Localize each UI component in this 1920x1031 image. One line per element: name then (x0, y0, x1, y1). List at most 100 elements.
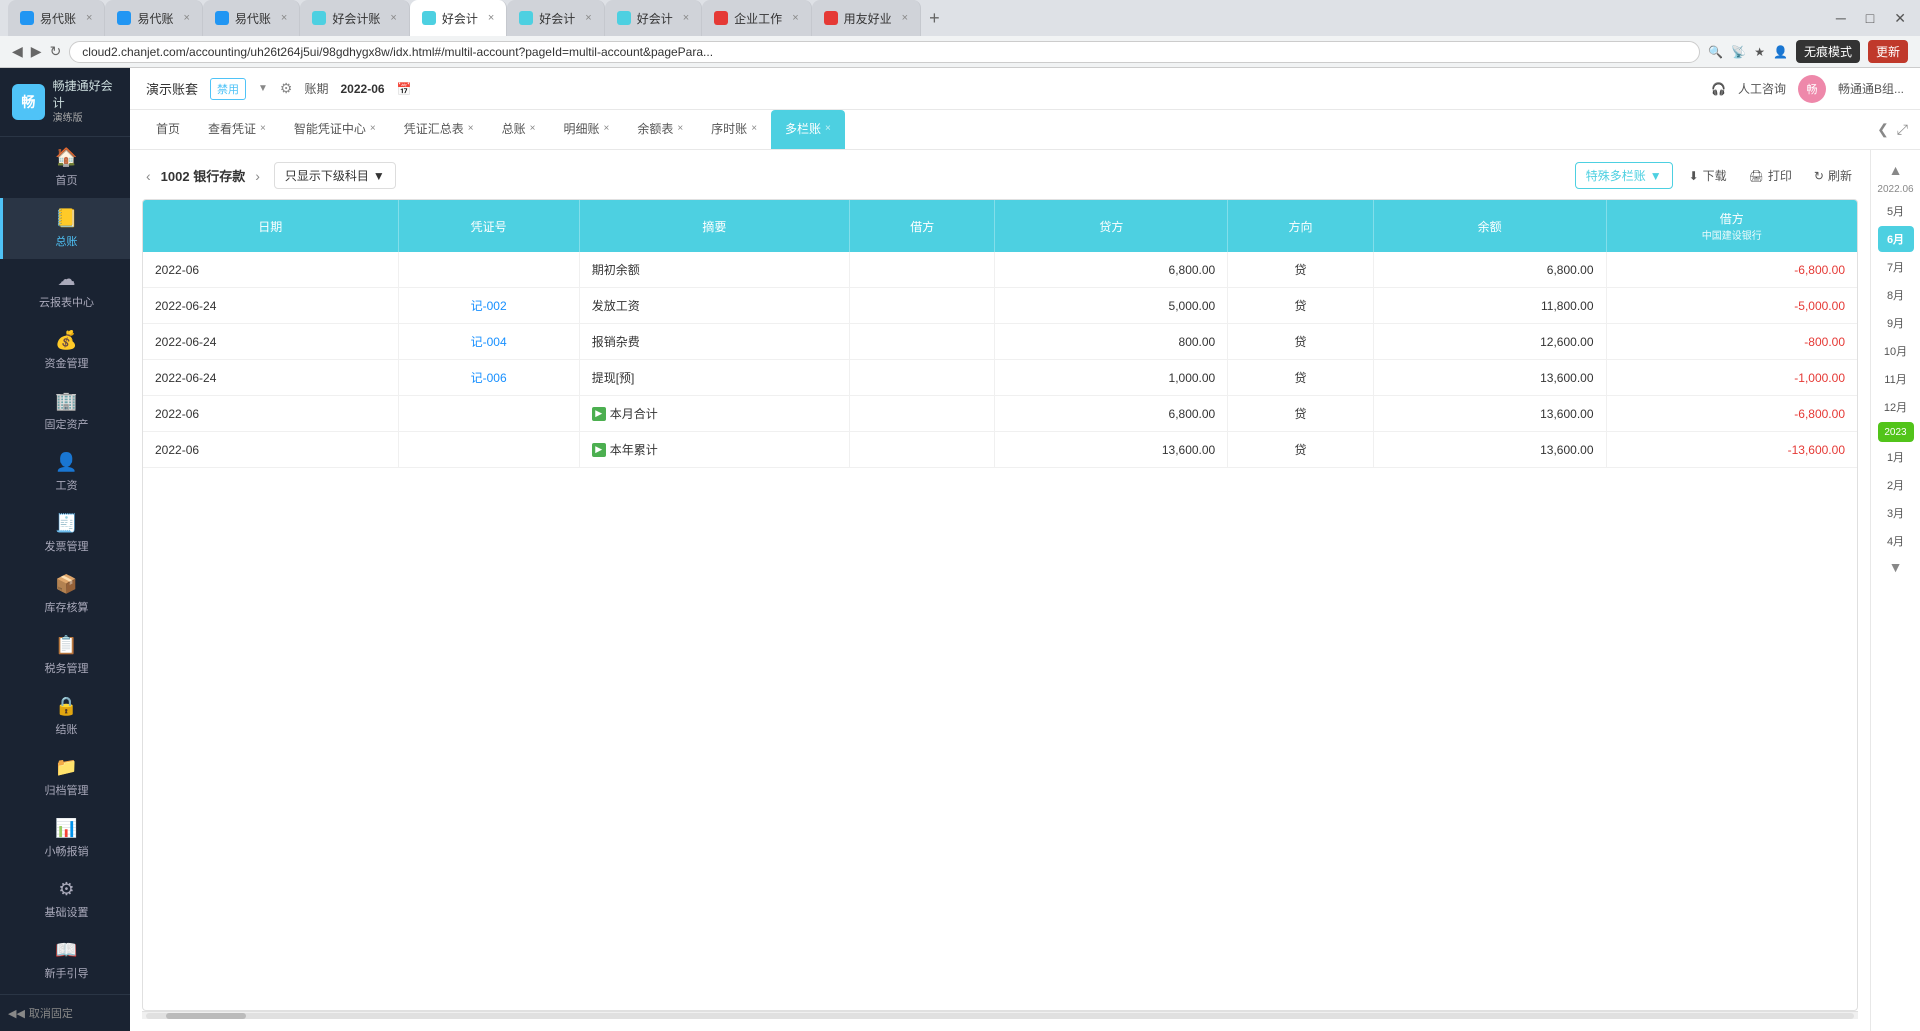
sidebar-item-tax[interactable]: 📋 税务管理 (0, 625, 130, 686)
tab-haokuaiji-1[interactable]: 好会计账 × (300, 0, 409, 36)
calendar-month-july[interactable]: 7月 (1878, 254, 1914, 280)
tab-close-icon[interactable]: × (370, 123, 376, 134)
sidebar-item-guide[interactable]: 📖 新手引导 (0, 930, 130, 991)
sidebar-item-expense[interactable]: 📊 小畅报销 (0, 808, 130, 869)
tab-detail-ledger[interactable]: 明细账 × (549, 110, 623, 149)
calendar-month-jan2023[interactable]: 1月 (1878, 444, 1914, 470)
sidebar-item-assets[interactable]: 🏢 固定资产 (0, 381, 130, 442)
calendar-month-august[interactable]: 8月 (1878, 282, 1914, 308)
search-icon[interactable]: 🔍 (1708, 45, 1723, 59)
tab-close-icon[interactable]: × (86, 12, 92, 24)
tab-yidaizhang-1[interactable]: 易代账 × (8, 0, 105, 36)
expand-panel-icon[interactable]: ⤢ (1897, 121, 1908, 138)
tab-general-ledger[interactable]: 总账 × (488, 110, 550, 149)
tab-close-icon[interactable]: × (260, 123, 266, 134)
calendar-month-apr2023[interactable]: 4月 (1878, 528, 1914, 554)
tab-close-icon[interactable]: × (281, 12, 287, 24)
tab-enterprise[interactable]: 企业工作 × (702, 0, 811, 36)
calendar-month-feb2023[interactable]: 2月 (1878, 472, 1914, 498)
calendar-month-november[interactable]: 11月 (1878, 366, 1914, 392)
tab-close-icon[interactable]: × (603, 123, 609, 134)
scroll-thumb[interactable] (166, 1013, 246, 1019)
sidebar-item-inventory[interactable]: 📦 库存核算 (0, 564, 130, 625)
tab-close-icon[interactable]: × (751, 123, 757, 134)
print-button[interactable]: 🖨 打印 (1743, 163, 1798, 188)
maximize-button[interactable]: □ (1860, 8, 1880, 28)
multi-col-type-button[interactable]: 特殊多栏账 ▼ (1575, 162, 1673, 189)
voucher-link[interactable]: 记-006 (471, 371, 507, 385)
tab-home[interactable]: 首页 (142, 110, 194, 149)
calendar-month-september[interactable]: 9月 (1878, 310, 1914, 336)
close-button[interactable]: ✕ (1888, 8, 1912, 29)
tab-haokuaiji-3[interactable]: 好会计 × (605, 0, 702, 36)
tab-voucher-summary[interactable]: 凭证汇总表 × (390, 110, 488, 149)
tab-close-icon[interactable]: × (677, 123, 683, 134)
update-button[interactable]: 更新 (1868, 40, 1908, 63)
tab-haokuaiji-active[interactable]: 好会计 × (410, 0, 507, 36)
sidebar-item-funds[interactable]: 💰 资金管理 (0, 320, 130, 381)
reload-button[interactable]: ↻ (50, 43, 62, 60)
calendar-month-mar2023[interactable]: 3月 (1878, 500, 1914, 526)
sidebar-pin-toggle[interactable]: ◀◀ 取消固定 (0, 994, 130, 1031)
sidebar-item-closing[interactable]: 🔒 结账 (0, 686, 130, 747)
sidebar-item-payroll[interactable]: 👤 工资 (0, 442, 130, 503)
tab-close-icon[interactable]: × (390, 12, 396, 24)
tab-close-icon[interactable]: × (683, 12, 689, 24)
next-account-button[interactable]: › (251, 166, 264, 186)
stealth-mode-button[interactable]: 无痕模式 (1796, 40, 1860, 63)
download-button[interactable]: ⬇ 下载 (1683, 163, 1733, 188)
tab-journal[interactable]: 序时账 × (697, 110, 771, 149)
calendar-scroll-down-button[interactable]: ▼ (1889, 559, 1903, 575)
tab-close-icon[interactable]: × (468, 123, 474, 134)
tab-bar: 易代账 × 易代账 × 易代账 × 好会计账 × 好会计 × 好会计 × (8, 0, 1826, 36)
cell-debit (849, 360, 995, 396)
bookmark-icon[interactable]: ★ (1754, 45, 1765, 59)
cast-icon[interactable]: 📡 (1731, 45, 1746, 59)
sidebar-item-home[interactable]: 🏠 首页 (0, 137, 130, 198)
calendar-icon[interactable]: 📅 (397, 82, 412, 96)
refresh-button[interactable]: ↻ 刷新 (1808, 163, 1858, 188)
tab-balance[interactable]: 余额表 × (623, 110, 697, 149)
sidebar-item-ledger[interactable]: 📒 总账 (0, 198, 130, 259)
sidebar-item-reports[interactable]: ☁ 云报表中心 (0, 259, 130, 320)
consult-label[interactable]: 人工咨询 (1738, 80, 1786, 97)
tab-view-voucher[interactable]: 查看凭证 × (194, 110, 280, 149)
tab-smart-voucher[interactable]: 智能凭证中心 × (280, 110, 390, 149)
tab-yidaizhang-3[interactable]: 易代账 × (203, 0, 300, 36)
minimize-button[interactable]: ─ (1830, 8, 1852, 28)
calendar-month-december[interactable]: 12月 (1878, 394, 1914, 420)
account-dropdown[interactable]: ▼ (258, 83, 268, 94)
calendar-scroll-up-button[interactable]: ▲ (1889, 162, 1903, 178)
tab-close-icon[interactable]: × (902, 12, 908, 24)
calendar-month-june[interactable]: 6月 (1878, 226, 1914, 252)
horizontal-scrollbar[interactable] (142, 1011, 1858, 1019)
voucher-link[interactable]: 记-004 (471, 335, 507, 349)
tab-close-icon[interactable]: × (183, 12, 189, 24)
tab-close-icon[interactable]: × (488, 12, 494, 24)
subcategory-filter-dropdown[interactable]: 只显示下级科目 ▼ (274, 162, 396, 189)
forward-button[interactable]: ▶ (31, 43, 42, 60)
tab-haokuaiji-2[interactable]: 好会计 × (507, 0, 604, 36)
new-tab-button[interactable]: + (921, 0, 948, 36)
tab-close-icon[interactable]: × (530, 123, 536, 134)
calendar-month-may[interactable]: 5月 (1878, 198, 1914, 224)
voucher-link[interactable]: 记-002 (471, 299, 507, 313)
back-button[interactable]: ◀ (12, 43, 23, 60)
tab-close-icon[interactable]: × (585, 12, 591, 24)
sidebar-item-invoice[interactable]: 🧾 发票管理 (0, 503, 130, 564)
tab-yidaizhang-2[interactable]: 易代账 × (105, 0, 202, 36)
tab-close-icon[interactable]: × (792, 12, 798, 24)
address-input[interactable]: cloud2.chanjet.com/accounting/uh26t264j5… (69, 41, 1700, 63)
sidebar-item-settings[interactable]: ⚙ 基础设置 (0, 869, 130, 930)
account-settings-icon[interactable]: ⚙ (280, 80, 293, 97)
collapse-panel-icon[interactable]: ❮ (1877, 121, 1889, 138)
profile-icon[interactable]: 👤 (1773, 45, 1788, 59)
prev-account-button[interactable]: ‹ (142, 166, 155, 186)
tab-yonyou[interactable]: 用友好业 × (812, 0, 921, 36)
tab-multi-col[interactable]: 多栏账 × (771, 110, 845, 149)
col-credit: 贷方 (995, 200, 1228, 252)
tab-close-active-icon[interactable]: × (825, 123, 831, 134)
sidebar-item-archive[interactable]: 📁 归档管理 (0, 747, 130, 808)
calendar-month-october[interactable]: 10月 (1878, 338, 1914, 364)
account-code-label: 1002 银行存款 (161, 166, 246, 185)
